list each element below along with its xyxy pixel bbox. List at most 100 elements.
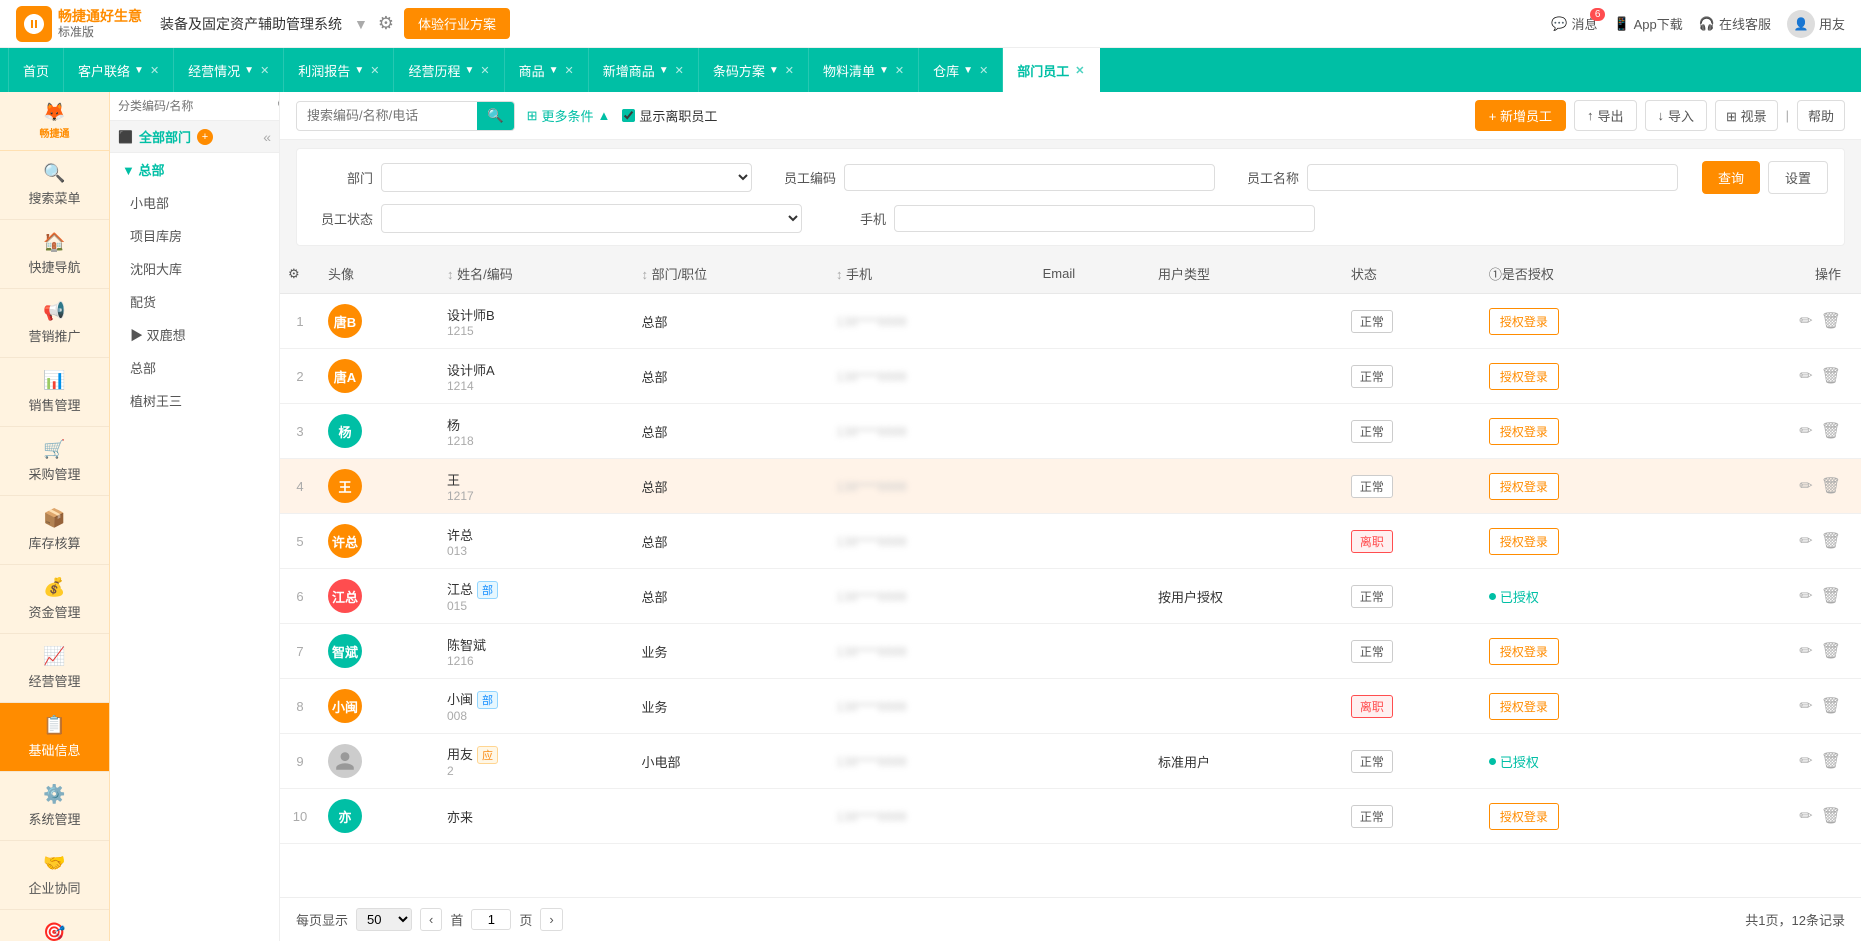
nav-profit[interactable]: 利润报告 ▼✕ <box>284 48 394 92</box>
delete-btn[interactable]: 🗑 <box>1817 694 1845 718</box>
edit-btn[interactable]: ✏ <box>1795 309 1816 333</box>
dept-select[interactable] <box>381 163 752 192</box>
delete-btn[interactable]: 🗑 <box>1817 639 1845 663</box>
delete-btn[interactable]: 🗑 <box>1817 364 1845 388</box>
delete-btn[interactable]: 🗑 <box>1817 309 1845 333</box>
pagination: 每页显示 50 100 ‹ 首 页 › 共1页，12条记录 <box>280 897 1861 941</box>
nav-history[interactable]: 经营历程 ▼✕ <box>394 48 504 92</box>
delete-btn[interactable]: 🗑 <box>1817 419 1845 443</box>
next-page-btn[interactable]: › <box>540 908 562 931</box>
delete-btn[interactable]: 🗑 <box>1817 584 1845 608</box>
edit-btn[interactable]: ✏ <box>1795 749 1816 773</box>
row-phone: 138****8888 <box>828 459 1035 514</box>
app-download-item[interactable]: 📱 App下载 <box>1613 14 1682 33</box>
nav-new-goods[interactable]: 新增商品 ▼✕ <box>589 48 699 92</box>
nav-home[interactable]: 首页 <box>8 48 64 92</box>
reset-btn[interactable]: 设置 <box>1768 161 1828 194</box>
delete-btn[interactable]: 🗑 <box>1817 804 1845 828</box>
per-page-select[interactable]: 50 100 <box>356 908 412 931</box>
auth-login-btn[interactable]: 授权登录 <box>1489 693 1559 720</box>
nav-customer[interactable]: 客户联络 ▼✕ <box>64 48 174 92</box>
col-auth: ①是否授权 <box>1481 254 1686 294</box>
employee-search-input[interactable] <box>297 103 477 128</box>
nav-guide[interactable]: 🎯 新手引导 <box>0 910 109 941</box>
nav-cooperation[interactable]: 🤝 企业协同 <box>0 841 109 910</box>
nav-search-menu[interactable]: 🔍 搜索菜单 <box>0 151 109 220</box>
nav-warehouse[interactable]: 仓库 ▼✕ <box>919 48 1003 92</box>
total-records: 共1页，12条记录 <box>1745 910 1845 929</box>
emp-name-input[interactable] <box>1307 164 1678 191</box>
show-archived-label[interactable]: 显示离职员工 <box>622 106 717 125</box>
edit-btn[interactable]: ✏ <box>1795 584 1816 608</box>
dept-search-input[interactable] <box>118 99 273 113</box>
nav-basic-info[interactable]: 📋 基础信息 <box>0 703 109 772</box>
auth-login-btn[interactable]: 授权登录 <box>1489 308 1559 335</box>
dept-item-xiangmu[interactable]: 项目库房 <box>110 219 279 252</box>
add-employee-btn[interactable]: + 新增员工 <box>1475 100 1566 131</box>
row-operations: ✏🗑 <box>1686 789 1861 844</box>
nav-employee[interactable]: 部门员工 ✕ <box>1003 48 1099 92</box>
dept-item-peihuo[interactable]: 配货 <box>110 285 279 318</box>
edit-btn[interactable]: ✏ <box>1795 419 1816 443</box>
auth-login-btn[interactable]: 授权登录 <box>1489 528 1559 555</box>
nav-finance[interactable]: 💰 资金管理 <box>0 565 109 634</box>
edit-btn[interactable]: ✏ <box>1795 694 1816 718</box>
prev-page-btn[interactable]: ‹ <box>420 908 442 931</box>
dept-item-xiaodian[interactable]: 小电部 <box>110 186 279 219</box>
nav-quick-nav[interactable]: 🏠 快捷导航 <box>0 220 109 289</box>
row-avatar: 小闽 <box>320 679 439 734</box>
help-btn[interactable]: 帮助 <box>1797 100 1845 131</box>
edit-btn[interactable]: ✏ <box>1795 529 1816 553</box>
delete-btn[interactable]: 🗑 <box>1817 529 1845 553</box>
nav-business[interactable]: 📈 经营管理 <box>0 634 109 703</box>
auth-login-btn[interactable]: 授权登录 <box>1489 363 1559 390</box>
edit-btn[interactable]: ✏ <box>1795 804 1816 828</box>
emp-code-input[interactable] <box>844 164 1215 191</box>
nav-inventory[interactable]: 📦 库存核算 <box>0 496 109 565</box>
phone-field: 手机 <box>826 205 1315 232</box>
delete-btn[interactable]: 🗑 <box>1817 749 1845 773</box>
view-btn[interactable]: ⊞ 视景 <box>1715 100 1778 131</box>
more-conditions-btn[interactable]: ⊞ 更多条件 ▲ <box>527 106 611 125</box>
nav-sales[interactable]: 📊 销售管理 <box>0 358 109 427</box>
nav-barcode[interactable]: 条码方案 ▼✕ <box>699 48 809 92</box>
row-index: 3 <box>280 404 320 459</box>
message-item[interactable]: 💬 消息 6 <box>1551 14 1597 33</box>
show-archived-checkbox[interactable] <box>622 109 635 122</box>
nav-system[interactable]: ⚙️ 系统管理 <box>0 772 109 841</box>
row-phone: 138****8888 <box>828 294 1035 349</box>
dept-item-shuanglu[interactable]: ▶ 双鹿想 <box>110 318 279 351</box>
status-select[interactable] <box>381 204 802 233</box>
query-btn[interactable]: 查询 <box>1702 161 1760 194</box>
top-right: 💬 消息 6 📱 App下载 🎧 在线客服 👤 用友 <box>1551 10 1845 38</box>
online-service-item[interactable]: 🎧 在线客服 <box>1699 14 1771 33</box>
edit-btn[interactable]: ✏ <box>1795 364 1816 388</box>
settings-button[interactable]: ⚙ <box>378 13 394 34</box>
delete-btn[interactable]: 🗑 <box>1817 474 1845 498</box>
dept-item-zongbu[interactable]: ▼ 总部 <box>110 153 279 186</box>
phone-input[interactable] <box>894 205 1315 232</box>
dept-item-shenyang[interactable]: 沈阳大库 <box>110 252 279 285</box>
dept-item-zhishu[interactable]: 植树王三 <box>110 384 279 417</box>
nav-bom[interactable]: 物料清单 ▼✕ <box>809 48 919 92</box>
user-item[interactable]: 👤 用友 <box>1787 10 1845 38</box>
import-btn[interactable]: ↓ 导入 <box>1645 100 1708 131</box>
dept-add-icon[interactable]: + <box>197 129 213 145</box>
import-icon: ↓ <box>1658 108 1665 123</box>
nav-operation[interactable]: 经营情况 ▼✕ <box>174 48 284 92</box>
auth-login-btn[interactable]: 授权登录 <box>1489 803 1559 830</box>
nav-goods[interactable]: 商品 ▼✕ <box>505 48 589 92</box>
edit-btn[interactable]: ✏ <box>1795 474 1816 498</box>
auth-login-btn[interactable]: 授权登录 <box>1489 473 1559 500</box>
experience-btn[interactable]: 体验行业方案 <box>404 8 510 39</box>
dept-item-zongbu2[interactable]: 总部 <box>110 351 279 384</box>
auth-login-btn[interactable]: 授权登录 <box>1489 418 1559 445</box>
edit-btn[interactable]: ✏ <box>1795 639 1816 663</box>
nav-marketing[interactable]: 📢 营销推广 <box>0 289 109 358</box>
nav-purchase[interactable]: 🛒 采购管理 <box>0 427 109 496</box>
dept-collapse-btn[interactable]: « <box>263 129 271 145</box>
page-number-input[interactable] <box>471 909 511 930</box>
auth-login-btn[interactable]: 授权登录 <box>1489 638 1559 665</box>
export-btn[interactable]: ↑ 导出 <box>1574 100 1637 131</box>
search-btn[interactable]: 🔍 <box>477 102 514 130</box>
